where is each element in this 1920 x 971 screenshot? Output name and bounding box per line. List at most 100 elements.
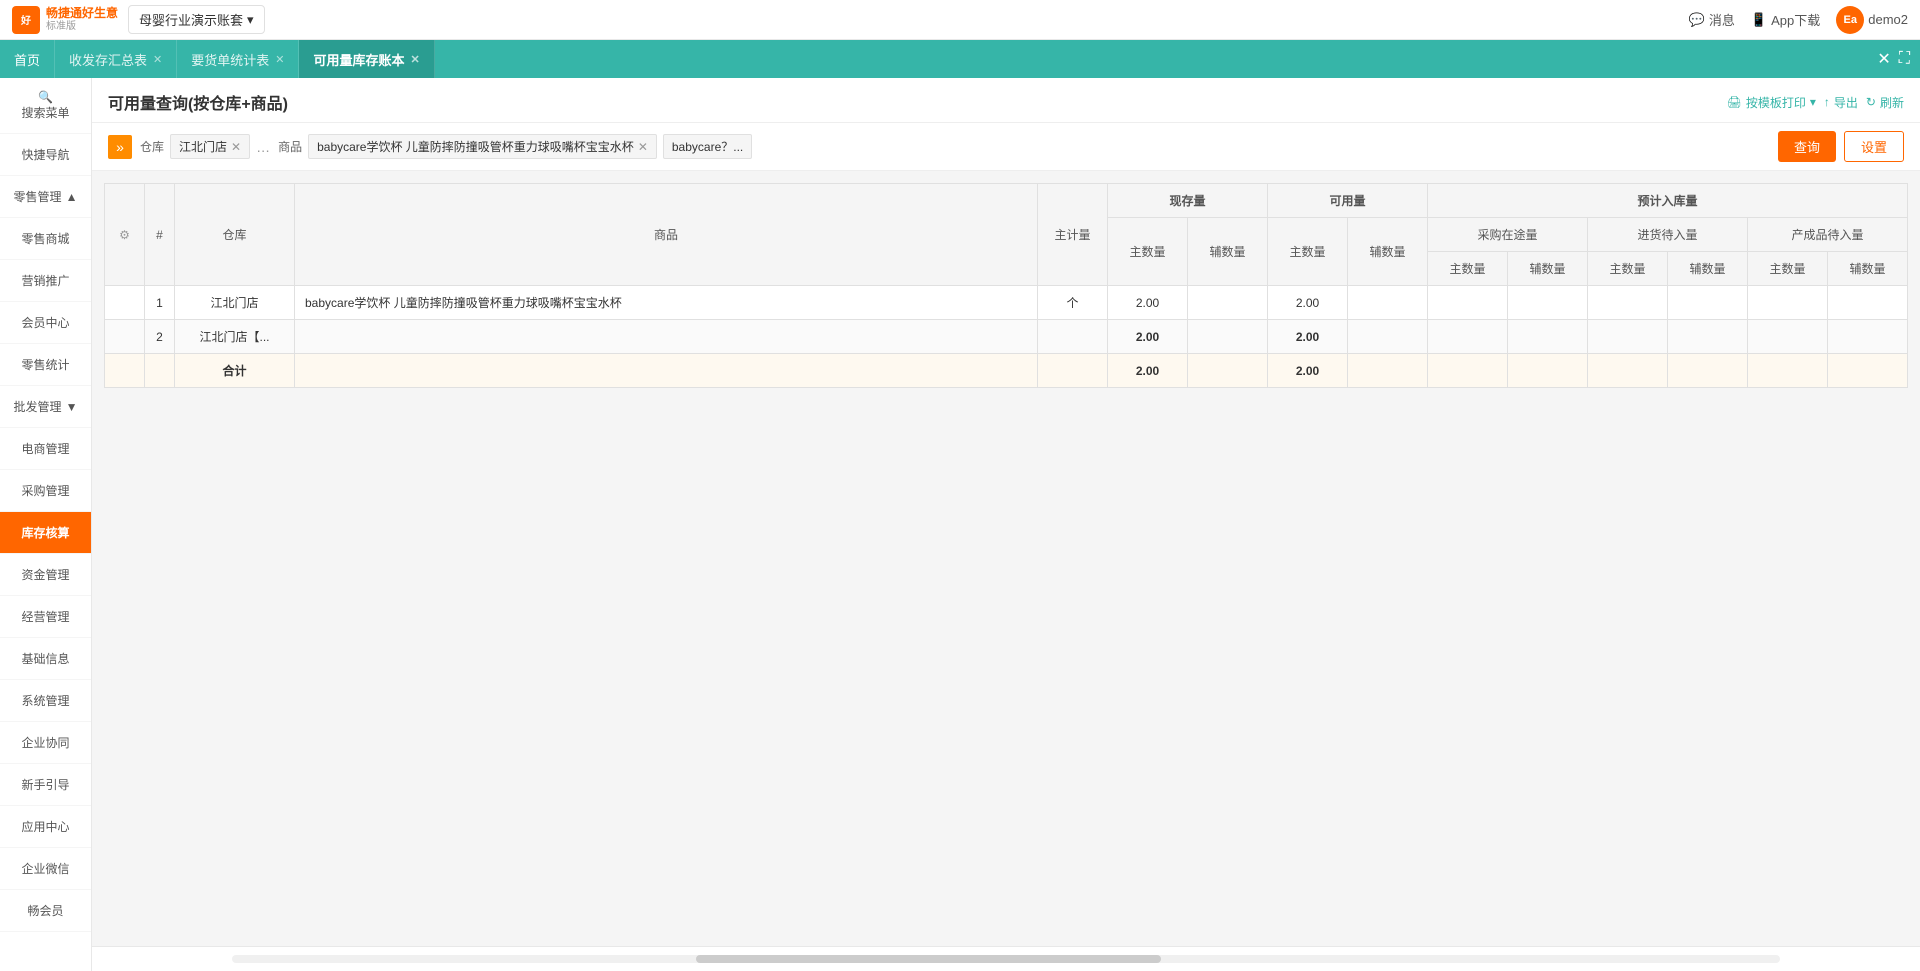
tab-home[interactable]: 首页 (0, 40, 55, 78)
sidebar-item-search[interactable]: 🔍 搜索菜单 (0, 78, 91, 134)
total-stock-main: 2.00 (1108, 354, 1188, 388)
close-icon[interactable]: ✕ (411, 53, 420, 66)
total-product-main (1748, 354, 1828, 388)
subtotal-incoming-main (1588, 320, 1668, 354)
refresh-icon: ↻ (1866, 95, 1876, 109)
arrow-down-icon: ▼ (66, 400, 78, 414)
sidebar-enterprise-label: 企业协同 (21, 736, 69, 750)
msg-label: 消息 (1709, 10, 1735, 29)
col-avail-main: 主数量 (1268, 218, 1348, 286)
export-label: 导出 (1834, 94, 1858, 111)
col-incoming-main: 主数量 (1588, 252, 1668, 286)
product-filter-label: 商品 (278, 138, 302, 155)
settings-icon[interactable]: ⚙ (119, 228, 130, 242)
row-avail-aux (1348, 286, 1428, 320)
subtotal-product (295, 320, 1038, 354)
sidebar-item-basics[interactable]: 基础信息 (0, 638, 91, 680)
query-button[interactable]: 查询 (1778, 131, 1836, 162)
tab-order-stats[interactable]: 要货单统计表 ✕ (177, 40, 299, 78)
sidebar-item-appcenter[interactable]: 应用中心 (0, 806, 91, 848)
settings-button[interactable]: 设置 (1844, 131, 1904, 162)
subtotal-stock-main: 2.00 (1108, 320, 1188, 354)
search-icon: 🔍 (38, 90, 53, 104)
filter-area: » 仓库 江北门店 ✕ … 商品 babycare学饮杯 儿童防摔防撞吸管杯重力… (92, 123, 1920, 171)
user-area[interactable]: Ea demo2 (1836, 6, 1908, 34)
col-product-header2: 产成品待入量 (1748, 218, 1908, 252)
subtotal-product-aux (1828, 320, 1908, 354)
sidebar-retail-mgmt-label: 零售管理 (14, 188, 62, 205)
sidebar-item-newguide[interactable]: 新手引导 (0, 764, 91, 806)
col-product-aux: 辅数量 (1828, 252, 1908, 286)
subtotal-purchase-aux (1508, 320, 1588, 354)
msg-button[interactable]: 💬 消息 (1689, 10, 1735, 29)
warehouse-filter-group: 仓库 江北门店 ✕ … (140, 134, 270, 159)
sidebar-member-label: 会员中心 (21, 316, 69, 330)
sidebar-item-system[interactable]: 系统管理 (0, 680, 91, 722)
filter-expand-button[interactable]: » (108, 135, 132, 159)
sidebar-purchase-label: 采购管理 (21, 484, 69, 498)
row-incoming-aux (1668, 286, 1748, 320)
sidebar-item-corpwechat[interactable]: 企业微信 (0, 848, 91, 890)
sidebar-item-wholesale-mgmt[interactable]: 批发管理 ▼ (0, 386, 91, 428)
close-icon[interactable]: ✕ (275, 53, 284, 66)
tab-available-stock[interactable]: 可用量库存账本 ✕ (299, 40, 434, 78)
col-purchase-aux: 辅数量 (1508, 252, 1588, 286)
sidebar-item-retail-mgmt[interactable]: 零售管理 ▲ (0, 176, 91, 218)
col-product-main: 主数量 (1748, 252, 1828, 286)
horizontal-scrollbar[interactable] (232, 955, 1780, 963)
sidebar-appcenter-label: 应用中心 (21, 820, 69, 834)
row-incoming-main (1588, 286, 1668, 320)
row-gear (105, 286, 145, 320)
scrollbar-thumb[interactable] (696, 955, 1160, 963)
product-tag1-remove[interactable]: ✕ (638, 140, 648, 154)
export-button[interactable]: ↑ 导出 (1824, 94, 1858, 111)
subtotal-product-main (1748, 320, 1828, 354)
sidebar-item-quicknav[interactable]: 快捷导航 (0, 134, 91, 176)
tab-receipt-summary[interactable]: 收发存汇总表 ✕ (55, 40, 177, 78)
total-gear (105, 354, 145, 388)
total-purchase-main (1428, 354, 1508, 388)
total-seq (145, 354, 175, 388)
product-filter-tag2: babycare？... (663, 134, 752, 159)
total-product-aux (1828, 354, 1908, 388)
table-footer (92, 946, 1920, 971)
sidebar-item-retail-stats[interactable]: 零售统计 (0, 344, 91, 386)
sidebar-item-finance[interactable]: 资金管理 (0, 554, 91, 596)
sidebar-item-marketing[interactable]: 营销推广 (0, 260, 91, 302)
row-stock-main: 2.00 (1108, 286, 1188, 320)
subtotal-row: 2 江北门店【... 2.00 2.00 (105, 320, 1908, 354)
home-label: 首页 (14, 50, 40, 69)
sidebar-ecommerce-label: 电商管理 (21, 442, 69, 456)
row-purchase-aux (1508, 286, 1588, 320)
close-icon[interactable]: ✕ (153, 53, 162, 66)
nav-right-actions: ✕ ⛶ (1867, 40, 1920, 78)
sidebar-newguide-label: 新手引导 (21, 778, 69, 792)
template-print-button[interactable]: 🖨 按模板打印 ▾ (1727, 94, 1816, 111)
app-download-button[interactable]: 📱 App下载 (1751, 10, 1820, 29)
subtotal-mainunit (1038, 320, 1108, 354)
sidebar-item-operations[interactable]: 经营管理 (0, 596, 91, 638)
maximize-icon[interactable]: ⛶ (1899, 50, 1910, 68)
sidebar-item-purchase[interactable]: 采购管理 (0, 470, 91, 512)
product-filter-value2: babycare？... (672, 138, 743, 155)
sidebar-item-retail-mall[interactable]: 零售商城 (0, 218, 91, 260)
sidebar-item-inventory[interactable]: 库存核算 (0, 512, 91, 554)
sidebar-item-enterprise[interactable]: 企业协同 (0, 722, 91, 764)
warehouse-filter-label: 仓库 (140, 138, 164, 155)
arrow-up-icon: ▲ (66, 190, 78, 204)
industry-selector[interactable]: 母婴行业演示账套 ▾ (128, 5, 265, 34)
sidebar-item-member[interactable]: 会员中心 (0, 302, 91, 344)
filter-actions: 查询 设置 (1778, 131, 1904, 162)
warehouse-tag-remove[interactable]: ✕ (231, 140, 241, 154)
row-purchase-main (1428, 286, 1508, 320)
sidebar-item-ecommerce[interactable]: 电商管理 (0, 428, 91, 470)
total-product (295, 354, 1038, 388)
col-stock-main: 主数量 (1108, 218, 1188, 286)
total-avail-main: 2.00 (1268, 354, 1348, 388)
sidebar-item-member2[interactable]: 畅会员 (0, 890, 91, 932)
refresh-button[interactable]: ↻ 刷新 (1866, 94, 1904, 111)
close-window-icon[interactable]: ✕ (1877, 49, 1890, 69)
col-warehouse-header: 仓库 (175, 184, 295, 286)
filter-ellipsis-icon[interactable]: … (256, 139, 270, 155)
sidebar-retail-stats-label: 零售统计 (21, 358, 69, 372)
